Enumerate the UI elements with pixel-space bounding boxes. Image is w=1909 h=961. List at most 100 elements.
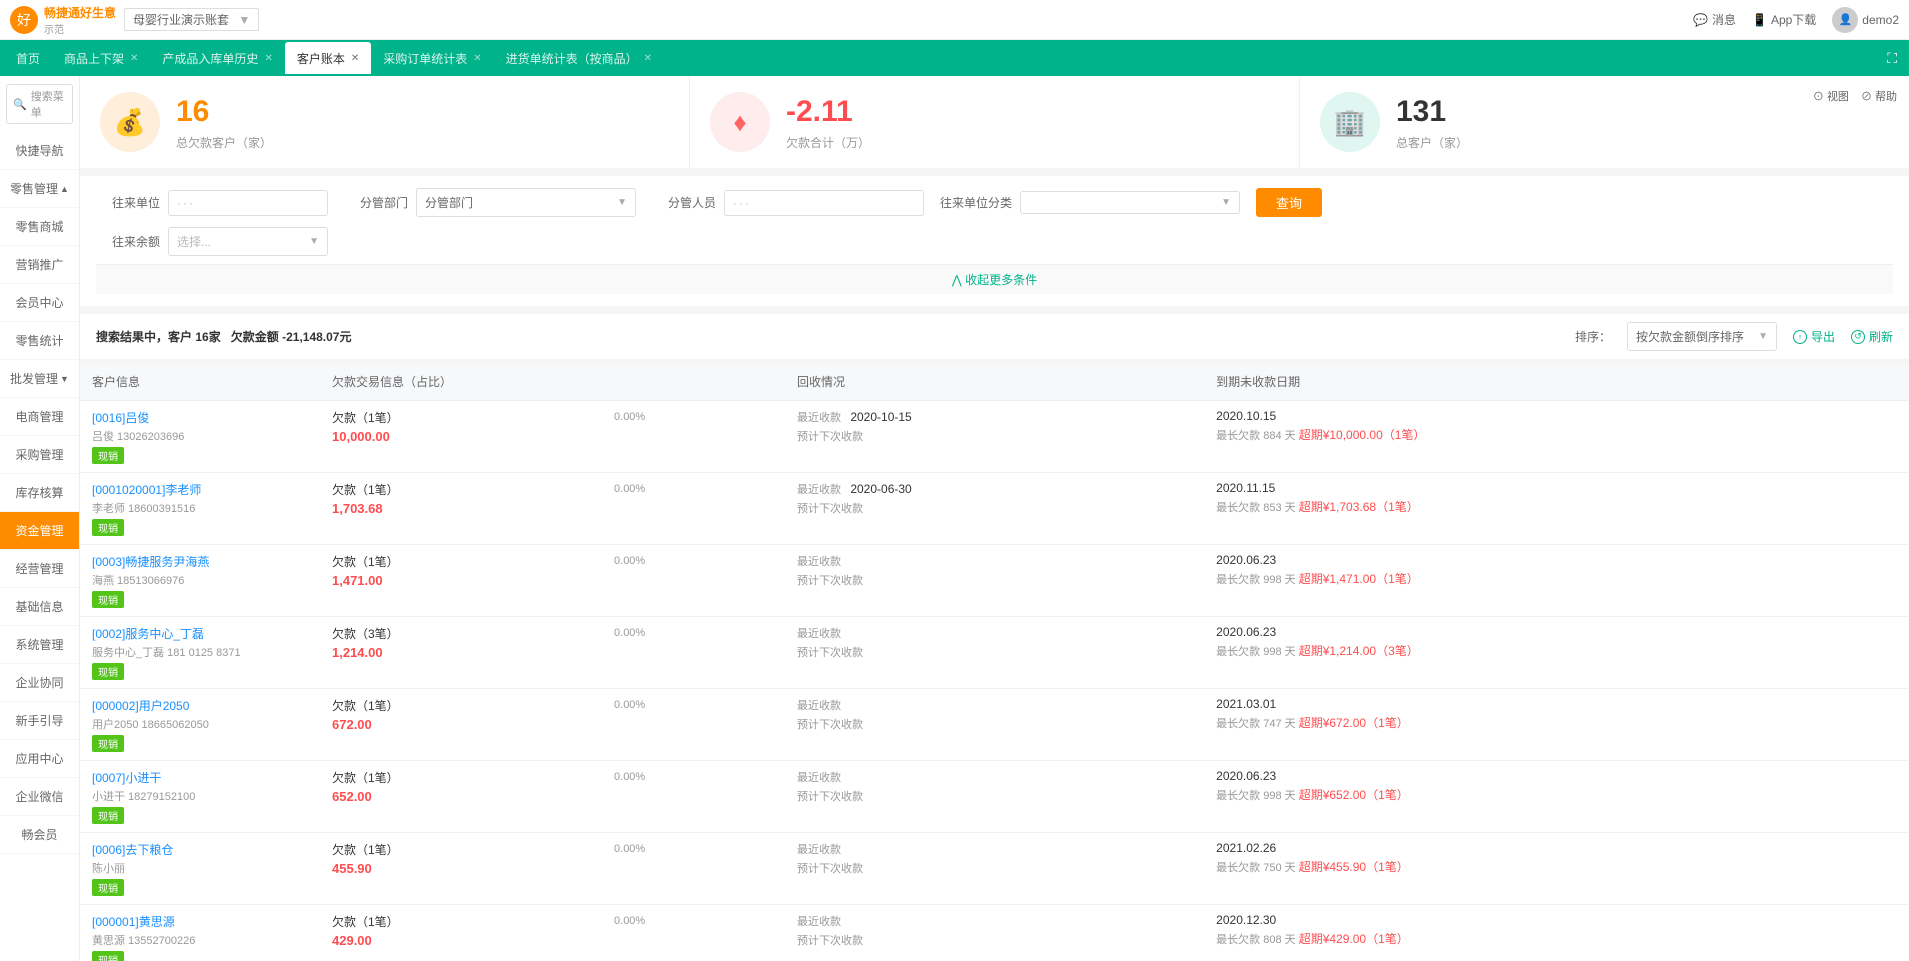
refresh-btn[interactable]: ↺ 刷新 <box>1851 328 1893 345</box>
message-btn[interactable]: 💬 消息 <box>1693 11 1736 28</box>
customer-name-link-2[interactable]: [0003]畅捷服务尹海燕 <box>92 555 209 569</box>
tab-close-customer[interactable]: ✕ <box>351 53 359 64</box>
company-select[interactable]: 母婴行业演示账套 ▼ <box>124 8 259 31</box>
unit-category-select[interactable]: ▼ <box>1020 191 1240 214</box>
cell-customer-7: [000001]黄思源 黄思源 13552700226 现销 <box>80 905 320 961</box>
tab-close-purchase[interactable]: ✕ <box>473 53 481 64</box>
export-btn[interactable]: ↑ 导出 <box>1793 328 1835 345</box>
tab-inbound[interactable]: 进货单统计表（按商品） ✕ <box>494 42 664 74</box>
cell-debt-percent-2: 0.00% <box>594 545 785 617</box>
balance-label: 往来余额 <box>96 233 160 250</box>
help-btn[interactable]: ⊘ 帮助 <box>1861 88 1897 104</box>
card-content-amount: -2.11 欠款合计（万） <box>786 94 870 151</box>
customer-name-link-4[interactable]: [000002]用户2050 <box>92 699 189 713</box>
sidebar-item-purchase[interactable]: 采购管理 <box>0 436 79 474</box>
sidebar-item-finance[interactable]: 资金管理 <box>0 512 79 550</box>
card-icon-diamond: ♦ <box>710 92 770 152</box>
sidebar-item-app-center[interactable]: 应用中心 <box>0 740 79 778</box>
views-btn[interactable]: ⊙ 视图 <box>1813 88 1849 104</box>
app-download-btn[interactable]: 📱 App下载 <box>1752 11 1816 28</box>
layout: 🔍 搜索菜单 快捷导航 零售管理 ▲ 零售商城 营销推广 会员中心 零售统计 <box>0 76 1909 961</box>
sidebar-item-corp-wechat[interactable]: 企业微信 <box>0 778 79 816</box>
debt-count-3: 欠款（3笔） <box>332 625 582 642</box>
tab-home[interactable]: 首页 <box>4 42 52 74</box>
manager-input[interactable]: ··· <box>724 190 924 216</box>
cell-overdue-7: 2020.12.30 最长欠款 808 天 超期¥429.00（1笔） <box>1204 905 1909 961</box>
sidebar-item-retail-mgmt[interactable]: 零售管理 ▲ <box>0 170 79 208</box>
sidebar-item-business[interactable]: 经营管理 <box>0 550 79 588</box>
sidebar-item-quick-nav[interactable]: 快捷导航 <box>0 132 79 170</box>
customer-name-link-0[interactable]: [0016]吕俊 <box>92 411 149 425</box>
sidebar-item-warehouse[interactable]: 库存核算 <box>0 474 79 512</box>
table-row: [0001020001]李老师 李老师 18600391516 现销 欠款（1笔… <box>80 473 1909 545</box>
filter-area: 往来单位 ··· 分管部门 分管部门 ▼ 分管人员 ··· <box>80 176 1909 306</box>
sidebar-item-basic-info[interactable]: 基础信息 <box>0 588 79 626</box>
overdue-link-6[interactable]: 超期¥455.90（1笔） <box>1299 860 1409 874</box>
sidebar-item-retail-stats[interactable]: 零售统计 <box>0 322 79 360</box>
debt-amount-row-1: 1,703.68 <box>332 501 582 516</box>
card-content-customers: 16 总欠款客户（家） <box>176 94 272 151</box>
user-area[interactable]: 👤 demo2 <box>1832 7 1899 33</box>
table-row: [000002]用户2050 用户2050 18665062050 现销 欠款（… <box>80 689 1909 761</box>
sidebar-item-retail-mall[interactable]: 零售商城 <box>0 208 79 246</box>
sidebar-item-member[interactable]: 会员中心 <box>0 284 79 322</box>
debt-count-7: 欠款（1笔） <box>332 913 582 930</box>
customer-name-link-6[interactable]: [0006]去下粮仓 <box>92 843 173 857</box>
sidebar-item-vip[interactable]: 畅会员 <box>0 816 79 854</box>
collapse-icon: ⋀ <box>952 273 962 287</box>
sidebar-item-marketing[interactable]: 营销推广 <box>0 246 79 284</box>
cell-customer-5: [0007]小进干 小进干 18279152100 现销 <box>80 761 320 833</box>
cell-debt-7: 欠款（1笔） 429.00 <box>320 905 594 961</box>
overdue-link-7[interactable]: 超期¥429.00（1笔） <box>1299 932 1409 946</box>
query-button[interactable]: 查询 <box>1256 188 1322 217</box>
cell-overdue-1: 2020.11.15 最长欠款 853 天 超期¥1,703.68（1笔） <box>1204 473 1909 545</box>
collapse-bar[interactable]: ⋀ 收起更多条件 <box>96 264 1893 294</box>
tab-production[interactable]: 产成品入库单历史 ✕ <box>150 42 284 74</box>
chevron-down-icon2: ▼ <box>60 374 69 384</box>
card-content-total: 131 总客户（家） <box>1396 94 1468 151</box>
sidebar-item-batch-mgmt[interactable]: 批发管理 ▼ <box>0 360 79 398</box>
tab-close-inbound[interactable]: ✕ <box>644 53 652 64</box>
cell-customer-4: [000002]用户2050 用户2050 18665062050 现销 <box>80 689 320 761</box>
cell-debt-percent-0: 0.00% <box>594 401 785 473</box>
table-row: [0016]吕俊 吕俊 13026203696 现销 欠款（1笔） 10,000… <box>80 401 1909 473</box>
overdue-link-0[interactable]: 超期¥10,000.00（1笔） <box>1299 428 1426 442</box>
tab-close-goods[interactable]: ✕ <box>130 53 138 64</box>
overdue-link-5[interactable]: 超期¥652.00（1笔） <box>1299 788 1409 802</box>
source-unit-label: 往来单位 <box>96 194 160 211</box>
sort-select[interactable]: 按欠款金额倒序排序 ▼ <box>1627 322 1777 351</box>
overdue-link-1[interactable]: 超期¥1,703.68（1笔） <box>1299 500 1419 514</box>
sidebar-item-newbie[interactable]: 新手引导 <box>0 702 79 740</box>
customer-name-link-1[interactable]: [0001020001]李老师 <box>92 483 201 497</box>
customer-name-link-3[interactable]: [0002]服务中心_丁磊 <box>92 627 204 641</box>
sidebar-search-input[interactable]: 🔍 搜索菜单 <box>6 84 73 124</box>
cell-debt-0: 欠款（1笔） 10,000.00 <box>320 401 594 473</box>
customer-tag-1: 现销 <box>92 519 124 536</box>
tabs-expand-icon[interactable]: ⛶ <box>1887 50 1897 67</box>
cell-debt-percent-6: 0.00% <box>594 833 785 905</box>
tab-customer[interactable]: 客户账本 ✕ <box>285 42 371 74</box>
overdue-link-2[interactable]: 超期¥1,471.00（1笔） <box>1299 572 1419 586</box>
overdue-date-6: 2021.02.26 <box>1216 841 1897 855</box>
tab-purchase[interactable]: 采购订单统计表 ✕ <box>371 42 493 74</box>
sort-label: 排序： <box>1575 328 1611 345</box>
overdue-date-4: 2021.03.01 <box>1216 697 1897 711</box>
balance-select[interactable]: 选择... ▼ <box>168 227 328 256</box>
sidebar-item-enterprise[interactable]: 企业协同 <box>0 664 79 702</box>
sidebar-item-system[interactable]: 系统管理 <box>0 626 79 664</box>
message-icon: 💬 <box>1693 13 1708 27</box>
overdue-info-6: 最长欠款 750 天 超期¥455.90（1笔） <box>1216 858 1897 875</box>
debt-percent-1: 0.00% <box>614 483 645 495</box>
sidebar-item-ecommerce[interactable]: 电商管理 <box>0 398 79 436</box>
source-unit-input[interactable]: ··· <box>168 190 328 216</box>
table-row: [0003]畅捷服务尹海燕 海燕 18513066976 现销 欠款（1笔） 1… <box>80 545 1909 617</box>
overdue-info-3: 最长欠款 998 天 超期¥1,214.00（3笔） <box>1216 642 1897 659</box>
overdue-link-4[interactable]: 超期¥672.00（1笔） <box>1299 716 1409 730</box>
customer-name-link-7[interactable]: [000001]黄思源 <box>92 915 175 929</box>
customer-name-link-5[interactable]: [0007]小进干 <box>92 771 161 785</box>
tab-close-production[interactable]: ✕ <box>264 53 272 64</box>
tab-goods[interactable]: 商品上下架 ✕ <box>52 42 150 74</box>
department-select[interactable]: 分管部门 ▼ <box>416 188 636 217</box>
overdue-link-3[interactable]: 超期¥1,214.00（3笔） <box>1299 644 1419 658</box>
cell-debt-1: 欠款（1笔） 1,703.68 <box>320 473 594 545</box>
